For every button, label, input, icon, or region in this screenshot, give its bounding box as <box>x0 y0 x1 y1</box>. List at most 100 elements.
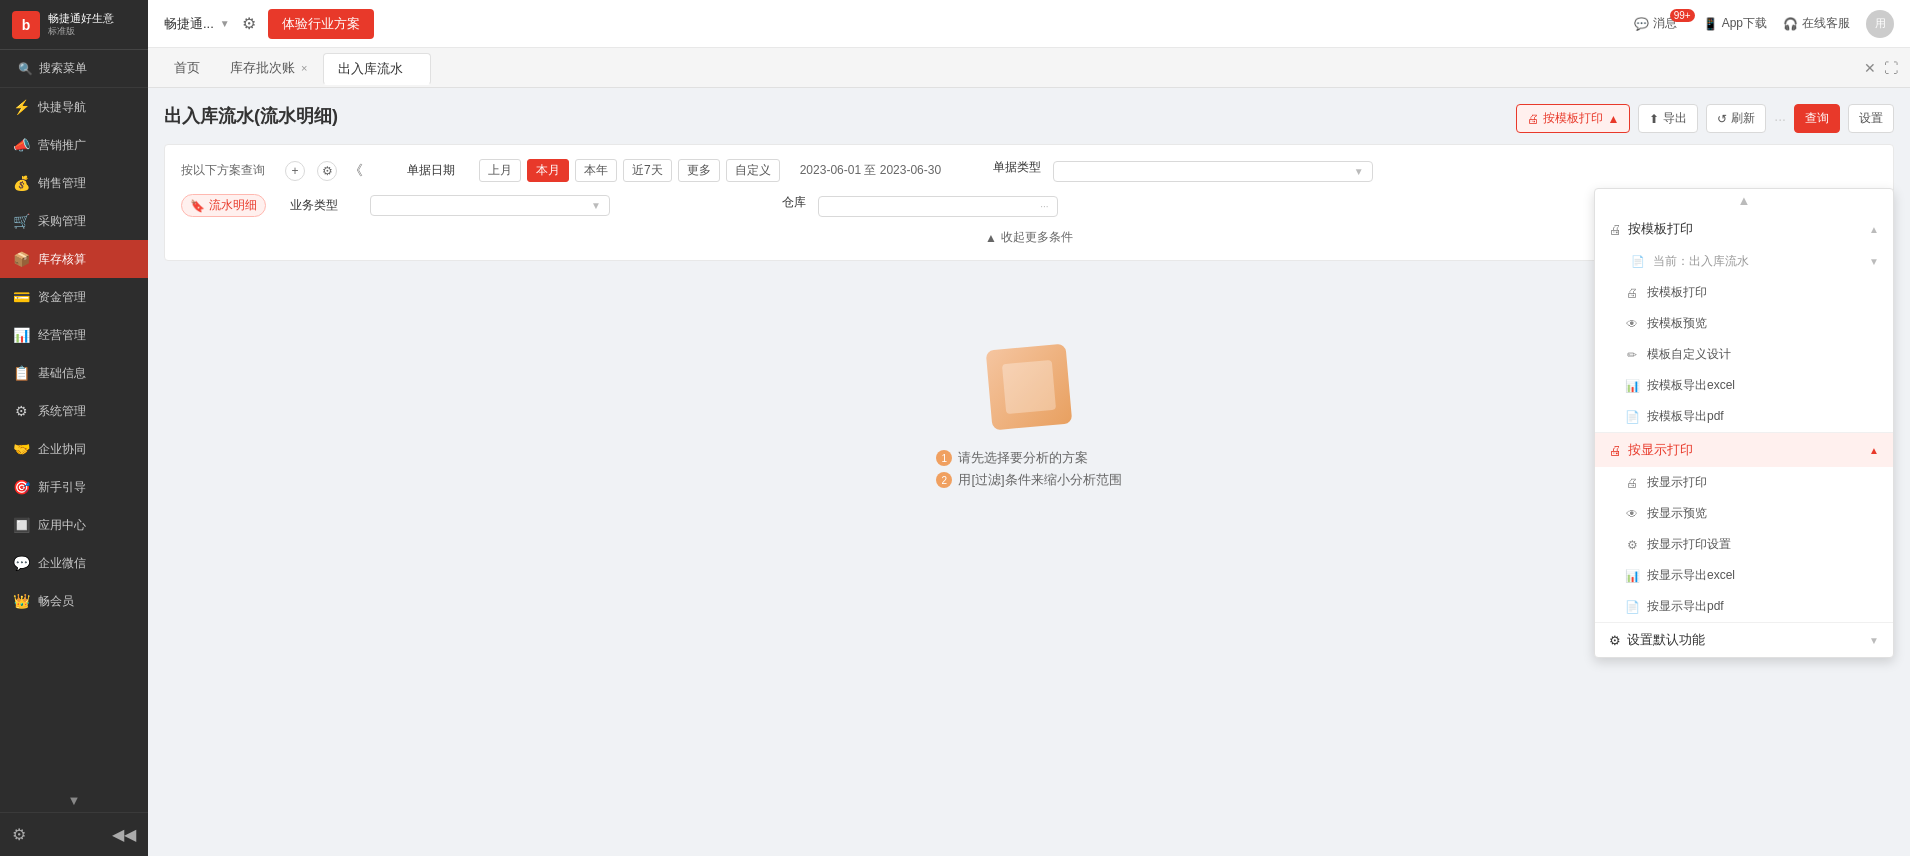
close-window-btn[interactable]: ✕ <box>1864 60 1876 76</box>
collapse-filter-label: 收起更多条件 <box>1001 229 1073 246</box>
sidebar-item-appcenter[interactable]: 🔲 应用中心 <box>0 506 148 544</box>
display-settings-icon: ⚙ <box>1625 538 1639 552</box>
warehouse-select[interactable]: ··· <box>818 196 1058 217</box>
search-icon: 🔍 <box>18 62 33 76</box>
tab-inventory-flow-label: 出入库流水 <box>338 60 403 78</box>
print-template-label: 按模板打印 <box>1543 110 1603 127</box>
template-export-excel-label: 按模板导出excel <box>1647 377 1735 394</box>
display-print-label: 按显示打印 <box>1628 441 1693 459</box>
panel-scroll-up[interactable]: ▲ <box>1595 189 1893 212</box>
sidebar-item-collab[interactable]: 🤝 企业协同 <box>0 430 148 468</box>
sidebar-item-purchase[interactable]: 🛒 采购管理 <box>0 202 148 240</box>
refresh-icon: ↺ <box>1717 112 1727 126</box>
tab-inventory-flow[interactable]: 出入库流水 × <box>323 53 430 85</box>
display-export-pdf-label: 按显示导出pdf <box>1647 598 1724 615</box>
dropdown-footer[interactable]: ⚙ 设置默认功能 ▼ <box>1595 623 1893 657</box>
user-avatar[interactable]: 用 <box>1866 10 1894 38</box>
empty-hint-2-text: 用[过滤]条件来缩小分析范围 <box>958 471 1121 489</box>
template-export-excel-item[interactable]: 📊 按模板导出excel <box>1595 370 1893 401</box>
current-template-item[interactable]: 📄 当前：出入库流水 ▼ <box>1595 246 1893 277</box>
collapse-filter-btn[interactable]: ▲ 收起更多条件 <box>985 229 1073 246</box>
sidebar-item-guide[interactable]: 🎯 新手引导 <box>0 468 148 506</box>
nav-icon-system: ⚙ <box>12 402 30 420</box>
filter-add-btn[interactable]: + <box>285 161 305 181</box>
nav-icon-inventory: 📦 <box>12 250 30 268</box>
sidebar-item-member[interactable]: 👑 畅会员 <box>0 582 148 620</box>
tab-inventory-flow-close[interactable]: × <box>409 63 415 75</box>
sidebar-item-marketing[interactable]: 📣 营销推广 <box>0 126 148 164</box>
maximize-window-btn[interactable]: ⛶ <box>1884 60 1898 76</box>
sidebar-item-sales[interactable]: 💰 销售管理 <box>0 164 148 202</box>
nav-icon-collab: 🤝 <box>12 440 30 458</box>
date-btn-last-month[interactable]: 上月 <box>479 159 521 182</box>
trial-btn[interactable]: 体验行业方案 <box>268 9 374 39</box>
biz-type-select[interactable]: ▼ <box>370 195 610 216</box>
display-export-excel-item[interactable]: 📊 按显示导出excel <box>1595 560 1893 591</box>
sidebar-item-inventory[interactable]: 📦 库存核算 <box>0 240 148 278</box>
date-btn-this-month[interactable]: 本月 <box>527 159 569 182</box>
nav-label-sales: 销售管理 <box>38 175 86 192</box>
filter-tag-icon: 🔖 <box>190 199 205 213</box>
display-print-icon: 🖨 <box>1609 443 1622 458</box>
settings-bottom-icon[interactable]: ⚙ <box>12 825 26 844</box>
template-preview-item[interactable]: 👁 按模板预览 <box>1595 308 1893 339</box>
refresh-btn[interactable]: ↺ 刷新 <box>1706 104 1766 133</box>
template-print-item[interactable]: 🖨 按模板打印 <box>1595 277 1893 308</box>
date-btn-custom[interactable]: 自定义 <box>726 159 780 182</box>
sidebar-scroll-down[interactable]: ▼ <box>0 789 148 812</box>
display-print-sub-icon: 🖨 <box>1625 476 1639 490</box>
nav-label-purchase: 采购管理 <box>38 213 86 230</box>
bill-type-select[interactable]: ▼ <box>1053 161 1373 182</box>
sidebar-item-system[interactable]: ⚙ 系统管理 <box>0 392 148 430</box>
sidebar-item-finance[interactable]: 💳 资金管理 <box>0 278 148 316</box>
empty-image <box>979 337 1079 437</box>
tab-batch-ledger-close[interactable]: × <box>301 62 307 74</box>
sidebar-search[interactable]: 🔍 搜索菜单 <box>0 50 148 88</box>
display-excel-icon: 📊 <box>1625 569 1639 583</box>
collapse-sidebar-icon[interactable]: ◀◀ <box>112 825 136 844</box>
display-preview-icon: 👁 <box>1625 507 1639 521</box>
display-print-item[interactable]: 🖨 按显示打印 <box>1595 467 1893 498</box>
display-preview-item[interactable]: 👁 按显示预览 <box>1595 498 1893 529</box>
account-selector[interactable]: 畅捷通... ▼ <box>164 15 230 33</box>
filter-settings-btn[interactable]: ⚙ <box>317 161 337 181</box>
app-download-btn[interactable]: 📱 App下载 <box>1703 15 1767 32</box>
customer-service-btn[interactable]: 🎧 在线客服 <box>1783 15 1850 32</box>
biz-type-chevron-icon: ▼ <box>591 200 601 211</box>
message-btn[interactable]: 💬 消息 99+ <box>1624 15 1687 32</box>
display-print-settings-item[interactable]: ⚙ 按显示打印设置 <box>1595 529 1893 560</box>
settings-btn[interactable]: 设置 <box>1848 104 1894 133</box>
sidebar-item-quicknav[interactable]: ⚡ 快捷导航 <box>0 88 148 126</box>
template-custom-design-item[interactable]: ✏ 模板自定义设计 <box>1595 339 1893 370</box>
filter-tag-detail: 🔖 流水明细 <box>181 194 266 217</box>
print-template-btn[interactable]: 🖨 按模板打印 ▲ <box>1516 104 1630 133</box>
template-print-header[interactable]: 🖨 按模板打印 ▲ <box>1595 212 1893 246</box>
template-print-icon: 🖨 <box>1609 222 1622 237</box>
date-filter-label: 单据日期 <box>407 162 467 179</box>
display-print-sub-label: 按显示打印 <box>1647 474 1707 491</box>
date-btn-more[interactable]: 更多 <box>678 159 720 182</box>
template-print-sub-icon: 🖨 <box>1625 286 1639 300</box>
template-export-pdf-item[interactable]: 📄 按模板导出pdf <box>1595 401 1893 432</box>
nav-label-basicinfo: 基础信息 <box>38 365 86 382</box>
sidebar-item-wechat[interactable]: 💬 企业微信 <box>0 544 148 582</box>
date-btn-this-year[interactable]: 本年 <box>575 159 617 182</box>
query-btn[interactable]: 查询 <box>1794 104 1840 133</box>
sidebar-item-basic-info[interactable]: 📋 基础信息 <box>0 354 148 392</box>
tab-batch-ledger[interactable]: 库存批次账 × <box>216 53 321 83</box>
current-template-icon: 📄 <box>1631 255 1645 268</box>
display-print-header[interactable]: 🖨 按显示打印 ▲ <box>1595 433 1893 467</box>
nav-label-operations: 经营管理 <box>38 327 86 344</box>
empty-hint-1-text: 请先选择要分析的方案 <box>958 449 1088 467</box>
date-btn-7days[interactable]: 近7天 <box>623 159 672 182</box>
display-export-pdf-item[interactable]: 📄 按显示导出pdf <box>1595 591 1893 622</box>
filter-collapse-btn[interactable]: 《 <box>349 162 363 180</box>
template-pdf-icon: 📄 <box>1625 410 1639 424</box>
nav-label-collab: 企业协同 <box>38 441 86 458</box>
tab-home[interactable]: 首页 <box>160 53 214 83</box>
topbar-settings-icon[interactable]: ⚙ <box>242 14 256 33</box>
nav-icon-sales: 💰 <box>12 174 30 192</box>
warehouse-chevron-icon: ··· <box>1040 201 1048 212</box>
sidebar-item-operations[interactable]: 📊 经营管理 <box>0 316 148 354</box>
export-btn[interactable]: ⬆ 导出 <box>1638 104 1698 133</box>
